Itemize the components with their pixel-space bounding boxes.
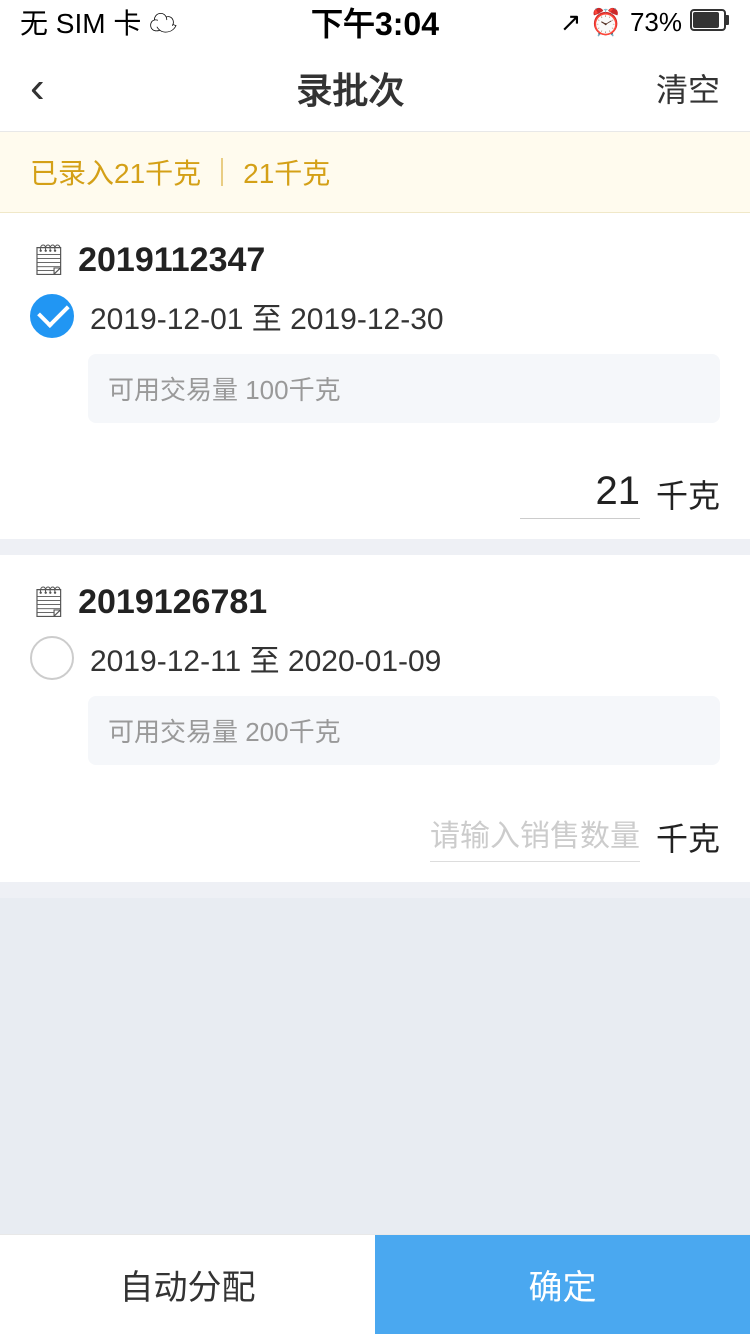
batch2-input-placeholder: 请输入销售数量 xyxy=(430,820,640,853)
batch2-number: 2019126781 xyxy=(78,583,267,622)
batch2-quantity-unit: 千克 xyxy=(656,814,720,860)
batch1-quantity-value: 21 xyxy=(595,469,640,513)
confirm-button[interactable]: 确定 xyxy=(375,1235,750,1334)
info-banner: 已录入21千克 21千克 xyxy=(0,132,750,213)
batch2-radio[interactable] xyxy=(30,636,74,680)
batch1-header: 🗒 2019112347 xyxy=(30,241,720,280)
section-divider-1 xyxy=(0,539,750,555)
batch1-item: 🗒 2019112347 2019-12-01 至 2019-12-30 可用交… xyxy=(0,213,750,453)
batch1-avail-box: 可用交易量 100千克 xyxy=(88,354,720,423)
recorded-label: 已录入21千克 xyxy=(30,152,201,192)
batch1-avail-text: 可用交易量 100千克 xyxy=(108,375,341,405)
banner-divider xyxy=(221,158,223,186)
batch1-doc-icon: 🗒 xyxy=(30,243,68,278)
bottom-bar: 自动分配 确定 xyxy=(0,1234,750,1334)
batch1-quantity-unit: 千克 xyxy=(656,471,720,517)
sim-label: 无 SIM 卡 ☁ xyxy=(20,2,177,42)
section-divider-2 xyxy=(0,882,750,898)
batch2-doc-icon: 🗒 xyxy=(30,585,68,620)
status-left: 无 SIM 卡 ☁ xyxy=(20,2,177,42)
batch1-quantity-row: 21 千克 xyxy=(0,453,750,539)
batch1-card: 🗒 2019112347 2019-12-01 至 2019-12-30 可用交… xyxy=(0,213,750,539)
alarm-icon: ⏰ xyxy=(590,7,622,38)
batch2-card: 🗒 2019126781 2019-12-11 至 2020-01-09 可用交… xyxy=(0,555,750,882)
batch2-header: 🗒 2019126781 xyxy=(30,583,720,622)
batch1-number: 2019112347 xyxy=(78,241,265,280)
batch2-avail-text: 可用交易量 200千克 xyxy=(108,717,341,747)
batch2-quantity-row: 请输入销售数量 千克 xyxy=(0,795,750,882)
nav-bar: ‹ 录批次 清空 xyxy=(0,44,750,132)
battery-label: 73% xyxy=(630,7,682,38)
clear-button[interactable]: 清空 xyxy=(656,65,720,111)
batch2-item: 🗒 2019126781 2019-12-11 至 2020-01-09 可用交… xyxy=(0,555,750,795)
batch1-quantity-input[interactable]: 21 xyxy=(520,469,640,519)
batch2-date-range: 2019-12-11 至 2020-01-09 xyxy=(90,636,441,680)
batch2-row: 2019-12-11 至 2020-01-09 xyxy=(30,636,720,680)
status-time: 下午3:04 xyxy=(311,0,439,45)
batch1-row: 2019-12-01 至 2019-12-30 xyxy=(30,294,720,338)
batch2-avail-box: 可用交易量 200千克 xyxy=(88,696,720,765)
status-bar: 无 SIM 卡 ☁ 下午3:04 ↗ ⏰ 73% xyxy=(0,0,750,44)
auto-distribute-button[interactable]: 自动分配 xyxy=(0,1235,375,1334)
status-right: ↗ ⏰ 73% xyxy=(560,7,730,38)
total-label: 21千克 xyxy=(243,152,330,192)
batch1-radio[interactable] xyxy=(30,294,74,338)
back-button[interactable]: ‹ xyxy=(30,63,45,113)
batch2-quantity-input[interactable]: 请输入销售数量 xyxy=(430,811,640,862)
batch1-date-range: 2019-12-01 至 2019-12-30 xyxy=(90,294,444,338)
battery-icon xyxy=(690,7,730,38)
location-icon: ↗ xyxy=(560,7,582,38)
page-title: 录批次 xyxy=(296,62,404,114)
